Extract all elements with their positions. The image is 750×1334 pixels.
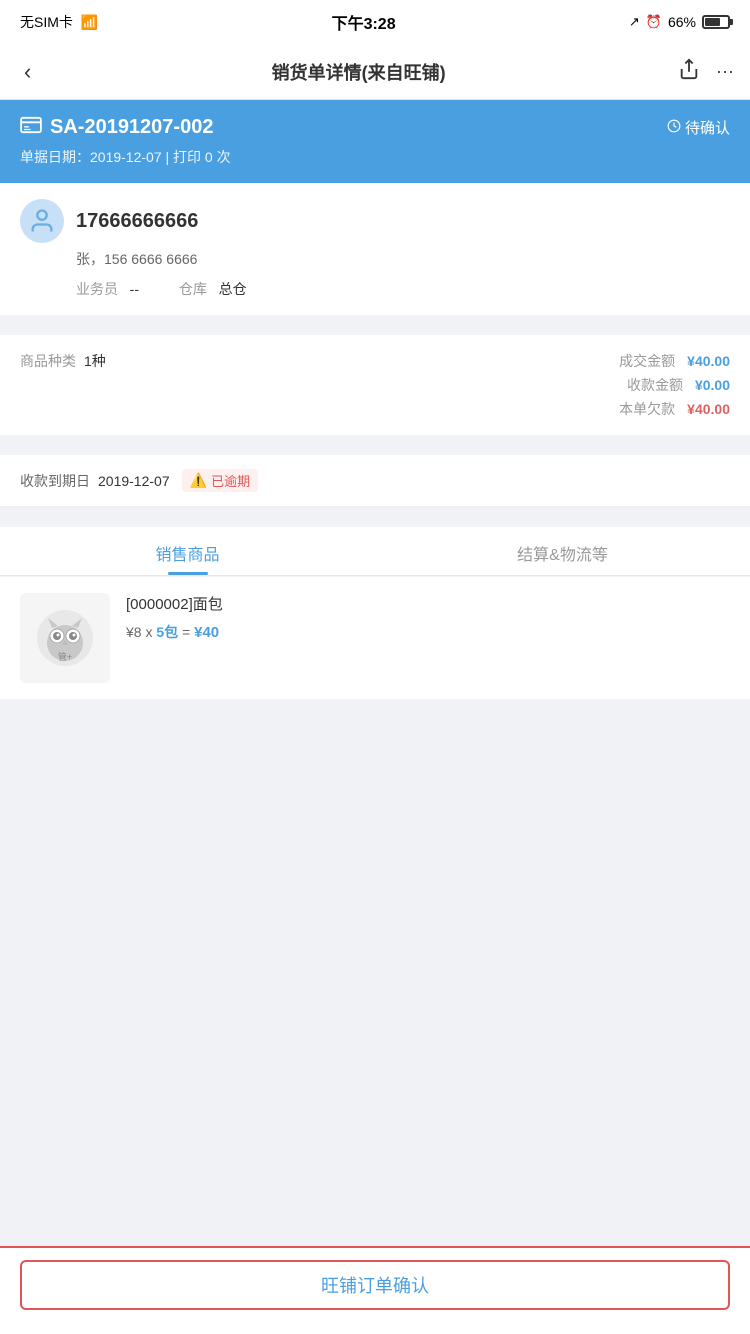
divider-1 (0, 315, 750, 325)
status-bar: 无SIM卡 📶 下午3:28 ↗ ⏰ 66% (0, 0, 750, 44)
bottom-spacer (0, 700, 750, 980)
warehouse-label: 仓库 (179, 281, 207, 297)
sales-value: -- (130, 281, 139, 297)
owed-amount-label: 本单欠款 (619, 399, 675, 419)
product-type-value: 1种 (84, 351, 106, 371)
due-date-value: 2019-12-07 (98, 473, 170, 489)
status-right: ↗ ⏰ 66% (629, 14, 730, 30)
deal-amount-value: ¥40.00 (687, 353, 730, 369)
received-amount-value: ¥0.00 (695, 377, 730, 393)
avatar (20, 199, 64, 243)
status-left: 无SIM卡 📶 (20, 12, 98, 32)
confirm-button[interactable]: 旺铺订单确认 (20, 1260, 730, 1310)
nav-bar: ‹ 销货单详情(来自旺铺) ··· (0, 44, 750, 100)
back-button[interactable]: ‹ (16, 51, 39, 93)
header-card: SA-20191207-002 待确认 单据日期：2019-12-07 | 打印… (0, 100, 750, 183)
product-price: ¥8 x (126, 624, 152, 640)
due-date-section: 收款到期日 2019-12-07 ⚠️ 已逾期 (0, 455, 750, 507)
more-icon[interactable]: ··· (716, 61, 734, 82)
sales-label: 业务员 (76, 281, 118, 297)
received-amount-label: 收款金额 (627, 375, 683, 395)
battery-icon (702, 15, 730, 29)
order-meta: 单据日期：2019-12-07 | 打印 0 次 (20, 147, 730, 167)
customer-info-row: 业务员 -- 仓库 总仓 (76, 279, 730, 299)
tabs-section: 销售商品 结算&物流等 (0, 527, 750, 576)
share-icon[interactable] (678, 58, 700, 85)
status-text: 待确认 (685, 117, 730, 138)
tab-settlement-logistics[interactable]: 结算&物流等 (375, 527, 750, 575)
product-section: 管+ [0000002]面包 ¥8 x 5包 = ¥40 (0, 577, 750, 699)
summary-section: 商品种类 1种 成交金额 ¥40.00 收款金额 ¥0.00 本单欠款 ¥40.… (0, 335, 750, 435)
status-badge: 待确认 (667, 117, 730, 138)
overdue-text: 已逾期 (211, 471, 250, 490)
overdue-icon: ⚠️ (190, 472, 207, 489)
divider-3 (0, 507, 750, 517)
product-image: 管+ (20, 593, 110, 683)
svg-text:管+: 管+ (58, 651, 72, 662)
owed-amount-row: 本单欠款 ¥40.00 (619, 399, 730, 419)
carrier-label: 无SIM卡 (20, 12, 73, 32)
product-type-label: 商品种类 (20, 351, 76, 371)
alarm-icon: ⏰ (646, 14, 662, 30)
due-date-label: 收款到期日 (20, 471, 90, 491)
customer-phone: 17666666666 (76, 210, 198, 233)
time-label: 下午3:28 (332, 10, 396, 34)
location-icon: ↗ (629, 14, 640, 30)
page-title: 销货单详情(来自旺铺) (39, 59, 678, 85)
divider-2 (0, 435, 750, 445)
product-qty: 5包 (156, 624, 178, 640)
product-item: 管+ [0000002]面包 ¥8 x 5包 = ¥40 (20, 593, 730, 683)
deal-amount-row: 成交金额 ¥40.00 (619, 351, 730, 371)
battery-label: 66% (668, 14, 696, 30)
product-equals: = (182, 624, 190, 640)
bottom-area: 旺铺订单确认 (0, 1246, 750, 1334)
product-type: 商品种类 1种 (20, 351, 106, 371)
nav-actions: ··· (678, 58, 734, 85)
product-price-row: ¥8 x 5包 = ¥40 (126, 622, 730, 642)
wifi-icon: 📶 (81, 14, 98, 31)
product-total: ¥40 (194, 624, 219, 641)
status-clock-icon (667, 119, 681, 136)
deal-amount-label: 成交金额 (619, 351, 675, 371)
warehouse-value: 总仓 (219, 281, 247, 297)
customer-name: 张，156 6666 6666 (76, 249, 730, 269)
order-id: SA-20191207-002 (20, 116, 213, 139)
received-amount-row: 收款金额 ¥0.00 (627, 375, 730, 395)
product-name: [0000002]面包 (126, 593, 730, 614)
tab-sales-products[interactable]: 销售商品 (0, 527, 375, 575)
customer-section: 17666666666 张，156 6666 6666 业务员 -- 仓库 总仓 (0, 183, 750, 315)
overdue-badge: ⚠️ 已逾期 (182, 469, 258, 492)
amount-summary: 成交金额 ¥40.00 收款金额 ¥0.00 本单欠款 ¥40.00 (619, 351, 730, 419)
product-info: [0000002]面包 ¥8 x 5包 = ¥40 (126, 593, 730, 642)
owed-amount-value: ¥40.00 (687, 401, 730, 417)
order-icon (20, 116, 42, 139)
